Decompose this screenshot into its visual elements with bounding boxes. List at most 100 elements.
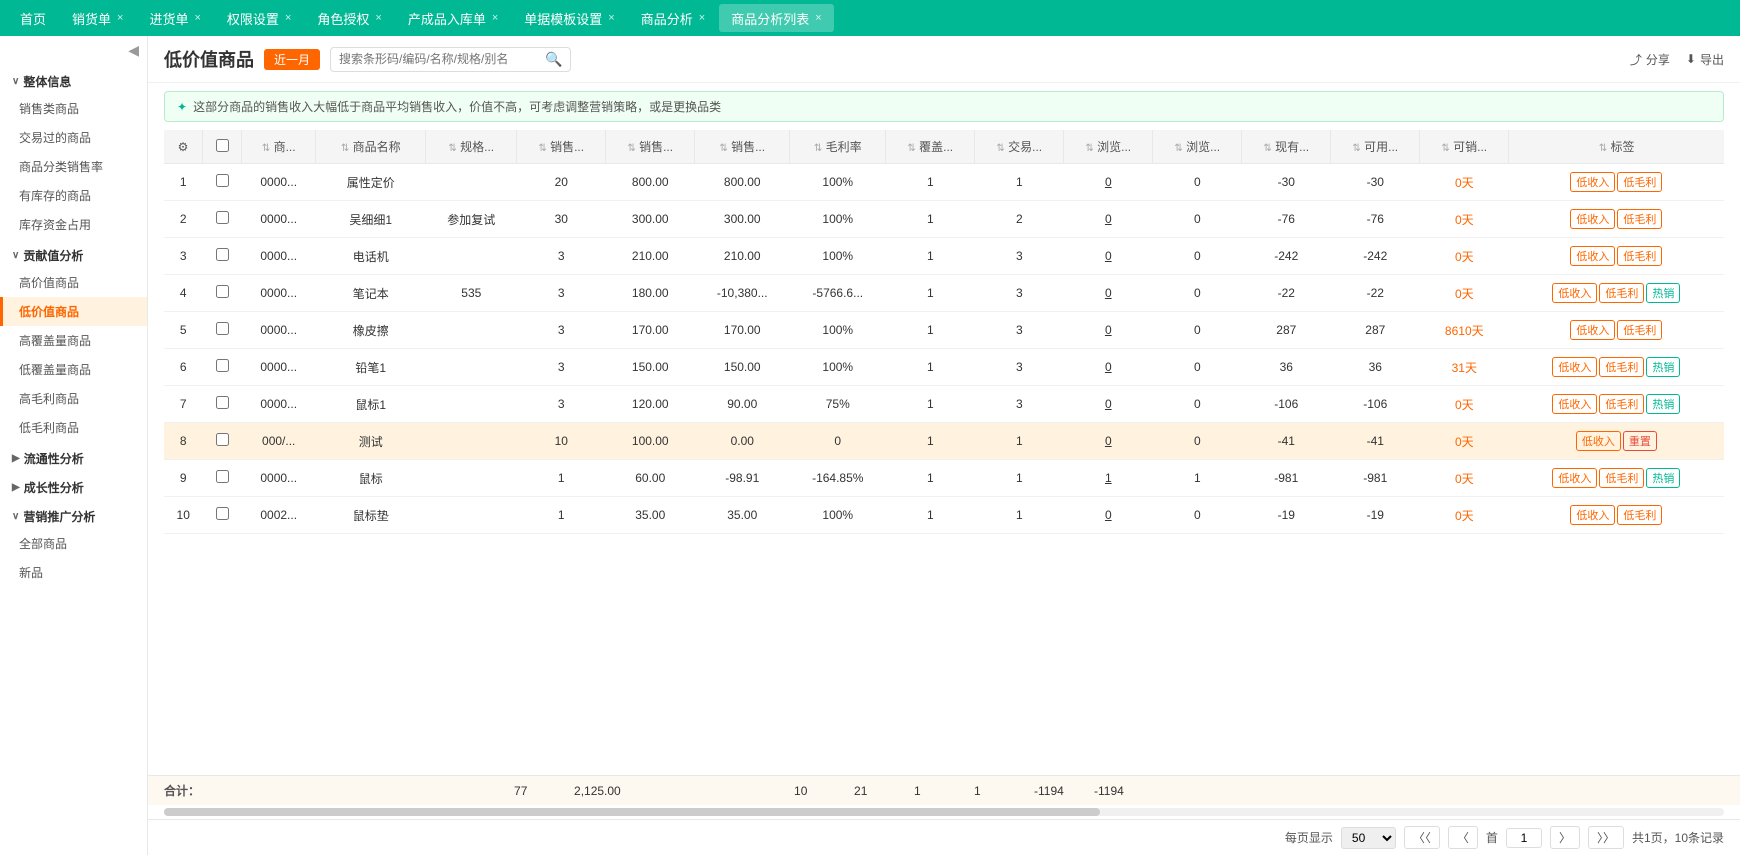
sidebar-item-商品分类销售率[interactable]: 商品分类销售率: [0, 152, 147, 181]
sidebar-item-高价值商品[interactable]: 高价值商品: [0, 268, 147, 297]
search-input[interactable]: [339, 52, 539, 66]
sidebar-group-流通性分析[interactable]: ▶ 流通性分析: [0, 442, 147, 471]
browse-link[interactable]: 0: [1105, 249, 1112, 263]
filter-tag[interactable]: 近一月: [264, 49, 320, 70]
col-header-margin[interactable]: ⇅ 毛利率: [790, 130, 886, 164]
col-header-checkbox[interactable]: [202, 130, 241, 164]
next-page-btn[interactable]: 〉: [1550, 826, 1580, 849]
share-button[interactable]: ⤴ 分享: [1630, 51, 1670, 68]
sidebar-item-库存资金占用[interactable]: 库存资金占用: [0, 210, 147, 239]
browse-link[interactable]: 0: [1105, 360, 1112, 374]
group-arrow: ∨: [12, 250, 19, 261]
page-input[interactable]: [1506, 828, 1542, 848]
row-checkbox[interactable]: [216, 470, 229, 483]
row-checkbox[interactable]: [216, 359, 229, 372]
page-size-select[interactable]: 50 100 200: [1341, 827, 1396, 849]
cell-browse1: 0: [1064, 497, 1153, 534]
page-label: 首: [1486, 829, 1498, 846]
browse-link[interactable]: 0: [1105, 397, 1112, 411]
sidebar-item-高毛利商品[interactable]: 高毛利商品: [0, 384, 147, 413]
col-header-name[interactable]: ⇅ 商品名称: [316, 130, 426, 164]
browse-link[interactable]: 0: [1105, 286, 1112, 300]
col-header-stock1[interactable]: ⇅ 现有...: [1242, 130, 1331, 164]
cell-spec: 参加复试: [426, 201, 517, 238]
col-header-tags[interactable]: ⇅ 标签: [1509, 130, 1724, 164]
cell-sales3: 150.00: [695, 349, 790, 386]
col-header-sales3[interactable]: ⇅ 销售...: [695, 130, 790, 164]
first-page-btn[interactable]: 〈〈: [1404, 826, 1440, 849]
nav-close-icon[interactable]: ×: [608, 12, 614, 24]
browse-link[interactable]: 0: [1105, 212, 1112, 226]
nav-item-首页[interactable]: 首页: [8, 4, 58, 32]
export-button[interactable]: ⬇ 导出: [1686, 51, 1724, 68]
col-header-settings[interactable]: ⚙: [164, 130, 202, 164]
row-checkbox[interactable]: [216, 433, 229, 446]
nav-close-icon[interactable]: ×: [117, 12, 123, 24]
col-header-sales1[interactable]: ⇅ 销售...: [517, 130, 606, 164]
cell-browse1: 0: [1064, 423, 1153, 460]
browse-link[interactable]: 0: [1105, 323, 1112, 337]
select-all-checkbox[interactable]: [216, 139, 229, 152]
row-checkbox[interactable]: [216, 396, 229, 409]
scrollbar-area[interactable]: [148, 805, 1740, 819]
row-checkbox[interactable]: [216, 248, 229, 261]
sidebar-item-低覆盖量商品[interactable]: 低覆盖量商品: [0, 355, 147, 384]
settings-icon[interactable]: ⚙: [178, 140, 189, 154]
sidebar-item-交易过的商品[interactable]: 交易过的商品: [0, 123, 147, 152]
nav-close-icon[interactable]: ×: [194, 12, 200, 24]
nav-item-商品分析列表[interactable]: 商品分析列表×: [719, 4, 833, 32]
col-header-stock3[interactable]: ⇅ 可销...: [1420, 130, 1509, 164]
col-header-stock2[interactable]: ⇅ 可用...: [1331, 130, 1420, 164]
browse-link[interactable]: 1: [1105, 471, 1112, 485]
scrollbar-track: [164, 808, 1724, 816]
nav-item-单据模板设置[interactable]: 单据模板设置×: [512, 4, 626, 32]
sidebar-group-营销推广分析[interactable]: ∨ 营销推广分析: [0, 500, 147, 529]
prev-page-btn[interactable]: 〈: [1448, 826, 1478, 849]
cell-margin: 100%: [790, 349, 886, 386]
nav-item-商品分析[interactable]: 商品分析×: [629, 4, 717, 32]
sidebar-item-低价值商品[interactable]: 低价值商品: [0, 297, 147, 326]
browse-link[interactable]: 0: [1105, 175, 1112, 189]
nav-close-icon[interactable]: ×: [285, 12, 291, 24]
nav-close-icon[interactable]: ×: [815, 12, 821, 24]
row-checkbox[interactable]: [216, 174, 229, 187]
col-header-sales2[interactable]: ⇅ 销售...: [606, 130, 695, 164]
col-header-code[interactable]: ⇅ 商...: [242, 130, 316, 164]
browse-link[interactable]: 0: [1105, 434, 1112, 448]
nav-item-产成品入库单[interactable]: 产成品入库单×: [396, 4, 510, 32]
nav-close-icon[interactable]: ×: [699, 12, 705, 24]
cell-sales2: 800.00: [606, 164, 695, 201]
sidebar-item-销售类商品[interactable]: 销售类商品: [0, 94, 147, 123]
row-checkbox[interactable]: [216, 211, 229, 224]
col-header-browse2[interactable]: ⇅ 浏览...: [1153, 130, 1242, 164]
sidebar-item-高覆盖量商品[interactable]: 高覆盖量商品: [0, 326, 147, 355]
nav-item-进货单[interactable]: 进货单×: [137, 4, 212, 32]
sidebar-item-新品[interactable]: 新品: [0, 558, 147, 587]
sidebar-collapse-btn[interactable]: ◀: [128, 42, 139, 59]
table-wrapper[interactable]: ⚙⇅ 商...⇅ 商品名称⇅ 规格...⇅ 销售...⇅ 销售...⇅ 销售..…: [148, 130, 1740, 775]
col-header-coverage[interactable]: ⇅ 覆盖...: [886, 130, 975, 164]
nav-item-角色授权[interactable]: 角色授权×: [305, 4, 393, 32]
nav-item-销货单[interactable]: 销货单×: [60, 4, 135, 32]
sidebar-group-成长性分析[interactable]: ▶ 成长性分析: [0, 471, 147, 500]
row-checkbox[interactable]: [216, 285, 229, 298]
cell-spec: [426, 497, 517, 534]
sidebar-item-有库存的商品[interactable]: 有库存的商品: [0, 181, 147, 210]
sidebar-item-低毛利商品[interactable]: 低毛利商品: [0, 413, 147, 442]
col-header-trade[interactable]: ⇅ 交易...: [975, 130, 1064, 164]
row-checkbox[interactable]: [216, 322, 229, 335]
row-checkbox[interactable]: [216, 507, 229, 520]
cell-name: 鼠标垫: [316, 497, 426, 534]
col-header-spec[interactable]: ⇅ 规格...: [426, 130, 517, 164]
nav-item-权限设置[interactable]: 权限设置×: [215, 4, 303, 32]
col-header-browse1[interactable]: ⇅ 浏览...: [1064, 130, 1153, 164]
tag-低毛利: 低毛利: [1617, 209, 1662, 229]
last-page-btn[interactable]: 〉〉: [1588, 826, 1624, 849]
nav-close-icon[interactable]: ×: [375, 12, 381, 24]
sidebar-group-贡献值分析[interactable]: ∨ 贡献值分析: [0, 239, 147, 268]
sidebar-item-全部商品[interactable]: 全部商品: [0, 529, 147, 558]
cell-trade: 3: [975, 275, 1064, 312]
browse-link[interactable]: 0: [1105, 508, 1112, 522]
nav-close-icon[interactable]: ×: [492, 12, 498, 24]
sidebar-group-整体信息[interactable]: ∨ 整体信息: [0, 65, 147, 94]
